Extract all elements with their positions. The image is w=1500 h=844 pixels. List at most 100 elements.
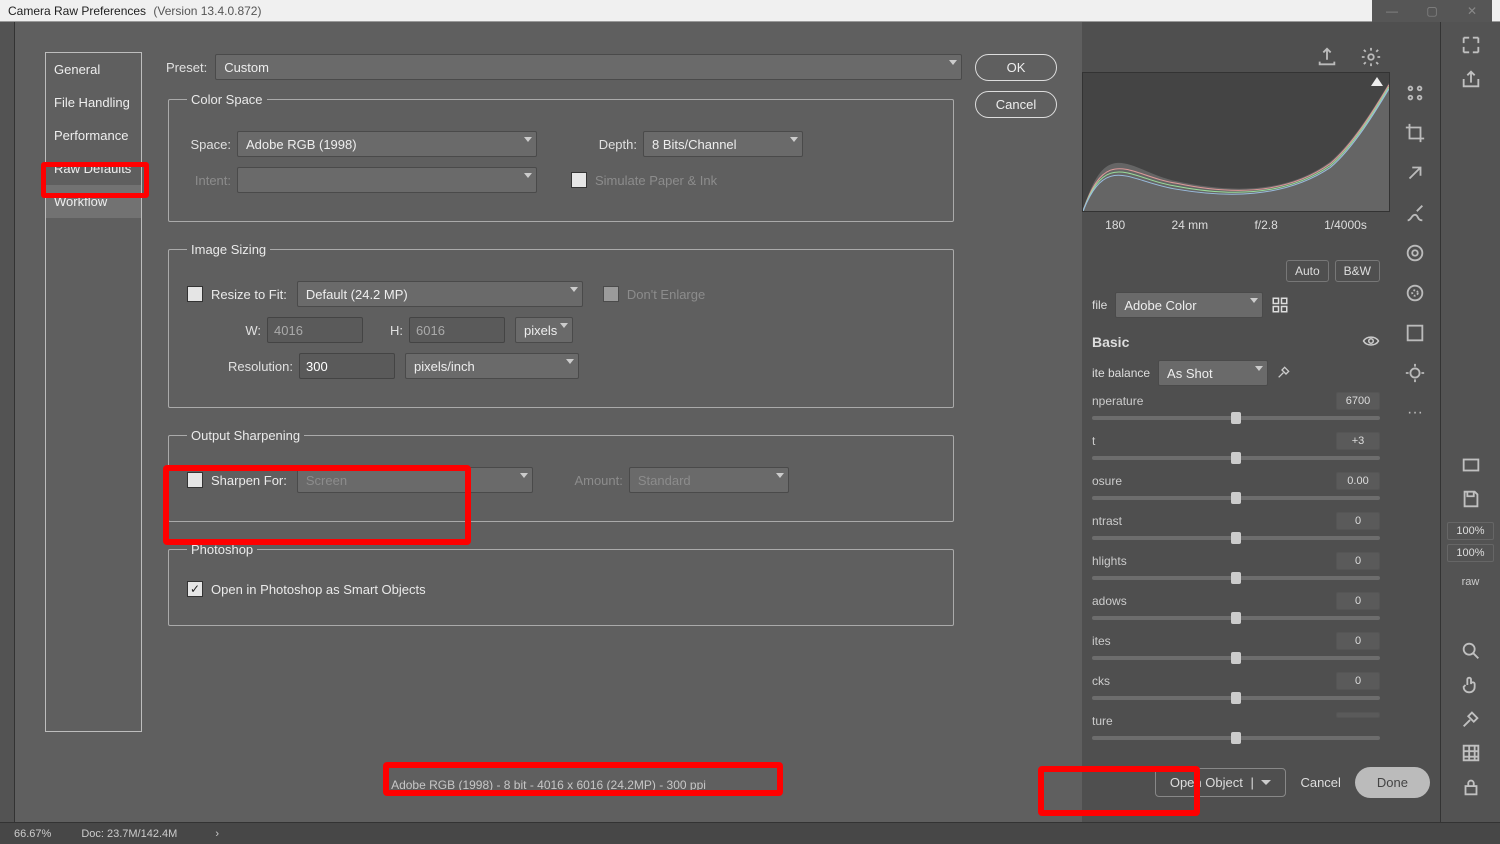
resize-dropdown[interactable]: Default (24.2 MP) — [297, 281, 583, 307]
presets-icon[interactable] — [1404, 322, 1426, 344]
sidebar-item-performance[interactable]: Performance — [46, 119, 141, 152]
export-icon[interactable] — [1316, 46, 1338, 68]
snapshots-icon[interactable] — [1404, 362, 1426, 384]
fullscreen-icon[interactable] — [1460, 34, 1482, 56]
slider-3[interactable]: ntrast0 — [1092, 514, 1380, 540]
gear-icon[interactable] — [1360, 46, 1382, 68]
sidebar-item-rawdefaults[interactable]: Raw Defaults — [46, 152, 141, 185]
profile-browse-icon[interactable] — [1271, 296, 1289, 314]
slider-1[interactable]: t+3 — [1092, 434, 1380, 460]
slider-value[interactable]: 6700 — [1336, 392, 1380, 410]
slider-value[interactable] — [1336, 712, 1380, 718]
slider-thumb[interactable] — [1231, 572, 1241, 584]
more-icon[interactable]: ··· — [1404, 402, 1426, 424]
share-icon[interactable] — [1460, 68, 1482, 90]
sidebar-item-workflow[interactable]: Workflow — [46, 185, 141, 218]
resize-value: Default (24.2 MP) — [306, 287, 408, 302]
pct1[interactable]: 100% — [1447, 522, 1494, 540]
grid-icon[interactable] — [1460, 742, 1482, 764]
zoom-icon[interactable] — [1460, 640, 1482, 662]
slider-thumb[interactable] — [1231, 692, 1241, 704]
profile-dropdown[interactable]: Adobe Color — [1115, 292, 1263, 318]
slider-track[interactable] — [1092, 736, 1380, 740]
sharpenfor-checkbox[interactable] — [187, 472, 203, 488]
slider-value[interactable]: 0 — [1336, 672, 1380, 690]
sidebar: General File Handling Performance Raw De… — [45, 52, 142, 732]
ok-button[interactable]: OK — [975, 54, 1057, 81]
hand-icon[interactable] — [1460, 674, 1482, 696]
slider-7[interactable]: cks0 — [1092, 674, 1380, 700]
close-button[interactable]: ✕ — [1452, 0, 1492, 22]
chevron-down-icon — [776, 473, 784, 478]
slider-value[interactable]: 0 — [1336, 552, 1380, 570]
smartobjects-checkbox[interactable] — [187, 581, 203, 597]
slider-thumb[interactable] — [1231, 732, 1241, 744]
titlebar: Camera Raw Preferences (Version 13.4.0.8… — [0, 0, 1500, 22]
wb-dropdown[interactable]: As Shot — [1158, 360, 1268, 386]
slider-value[interactable]: +3 — [1336, 432, 1380, 450]
cancel-button-acr[interactable]: Cancel — [1300, 775, 1340, 790]
eye-icon[interactable] — [1362, 334, 1380, 350]
resolution-input[interactable] — [299, 353, 395, 379]
sharpenfor-label: Sharpen For: — [211, 473, 287, 488]
slider-0[interactable]: nperature6700 — [1092, 394, 1380, 420]
pct2[interactable]: 100% — [1447, 544, 1494, 562]
space-dropdown[interactable]: Adobe RGB (1998) — [237, 131, 537, 157]
brush-icon[interactable] — [1404, 202, 1426, 224]
slider-8[interactable]: ture — [1092, 714, 1380, 740]
chevron-down-icon — [560, 323, 568, 328]
sidebar-item-filehandling[interactable]: File Handling — [46, 86, 141, 119]
slider-track[interactable] — [1092, 696, 1380, 700]
edit-icon[interactable] — [1404, 82, 1426, 104]
slider-track[interactable] — [1092, 416, 1380, 420]
sidebar-item-general[interactable]: General — [46, 53, 141, 86]
slider-thumb[interactable] — [1231, 452, 1241, 464]
slider-6[interactable]: ites0 — [1092, 634, 1380, 660]
open-object-button[interactable]: Open Object | — [1155, 768, 1287, 797]
slider-thumb[interactable] — [1231, 532, 1241, 544]
crop-icon[interactable] — [1404, 122, 1426, 144]
photoshop-right-strip: 100% 100% raw — [1440, 22, 1500, 844]
preset-dropdown[interactable]: Custom — [215, 54, 962, 80]
slider-4[interactable]: hlights0 — [1092, 554, 1380, 580]
amount-dropdown: Standard — [629, 467, 789, 493]
redeye-icon[interactable] — [1404, 242, 1426, 264]
maximize-button[interactable]: ▢ — [1412, 0, 1452, 22]
slider-track[interactable] — [1092, 616, 1380, 620]
slider-2[interactable]: osure0.00 — [1092, 474, 1380, 500]
slider-thumb[interactable] — [1231, 492, 1241, 504]
rect-icon[interactable] — [1460, 454, 1482, 476]
minimize-button[interactable]: — — [1372, 0, 1412, 22]
done-button[interactable]: Done — [1355, 767, 1430, 798]
eyedropper-icon[interactable] — [1276, 364, 1292, 383]
heal-icon[interactable] — [1404, 162, 1426, 184]
slider-thumb[interactable] — [1231, 412, 1241, 424]
depth-dropdown[interactable]: 8 Bits/Channel — [643, 131, 803, 157]
sharpenfor-dropdown: Screen — [297, 467, 533, 493]
slider-thumb[interactable] — [1231, 612, 1241, 624]
slider-track[interactable] — [1092, 536, 1380, 540]
resize-checkbox[interactable] — [187, 286, 203, 302]
auto-button[interactable]: Auto — [1286, 260, 1329, 282]
unit-dropdown[interactable]: pixels — [515, 317, 573, 343]
slider-value[interactable]: 0 — [1336, 592, 1380, 610]
slider-value[interactable]: 0 — [1336, 512, 1380, 530]
workflow-link[interactable]: Adobe RGB (1998) - 8 bit - 4016 x 6016 (… — [391, 778, 706, 792]
lock-icon[interactable] — [1460, 776, 1482, 798]
mask-icon[interactable] — [1404, 282, 1426, 304]
slider-track[interactable] — [1092, 456, 1380, 460]
width-input — [267, 317, 363, 343]
slider-track[interactable] — [1092, 576, 1380, 580]
slider-thumb[interactable] — [1231, 652, 1241, 664]
slider-5[interactable]: adows0 — [1092, 594, 1380, 620]
slider-track[interactable] — [1092, 656, 1380, 660]
slider-track[interactable] — [1092, 496, 1380, 500]
resunit-dropdown[interactable]: pixels/inch — [405, 353, 579, 379]
sampler-icon[interactable] — [1460, 708, 1482, 730]
slider-value[interactable]: 0.00 — [1336, 472, 1380, 490]
save-icon[interactable] — [1460, 488, 1482, 510]
slider-value[interactable]: 0 — [1336, 632, 1380, 650]
cancel-button[interactable]: Cancel — [975, 91, 1057, 118]
highlight-clip-icon[interactable] — [1371, 77, 1383, 86]
bw-button[interactable]: B&W — [1335, 260, 1380, 282]
